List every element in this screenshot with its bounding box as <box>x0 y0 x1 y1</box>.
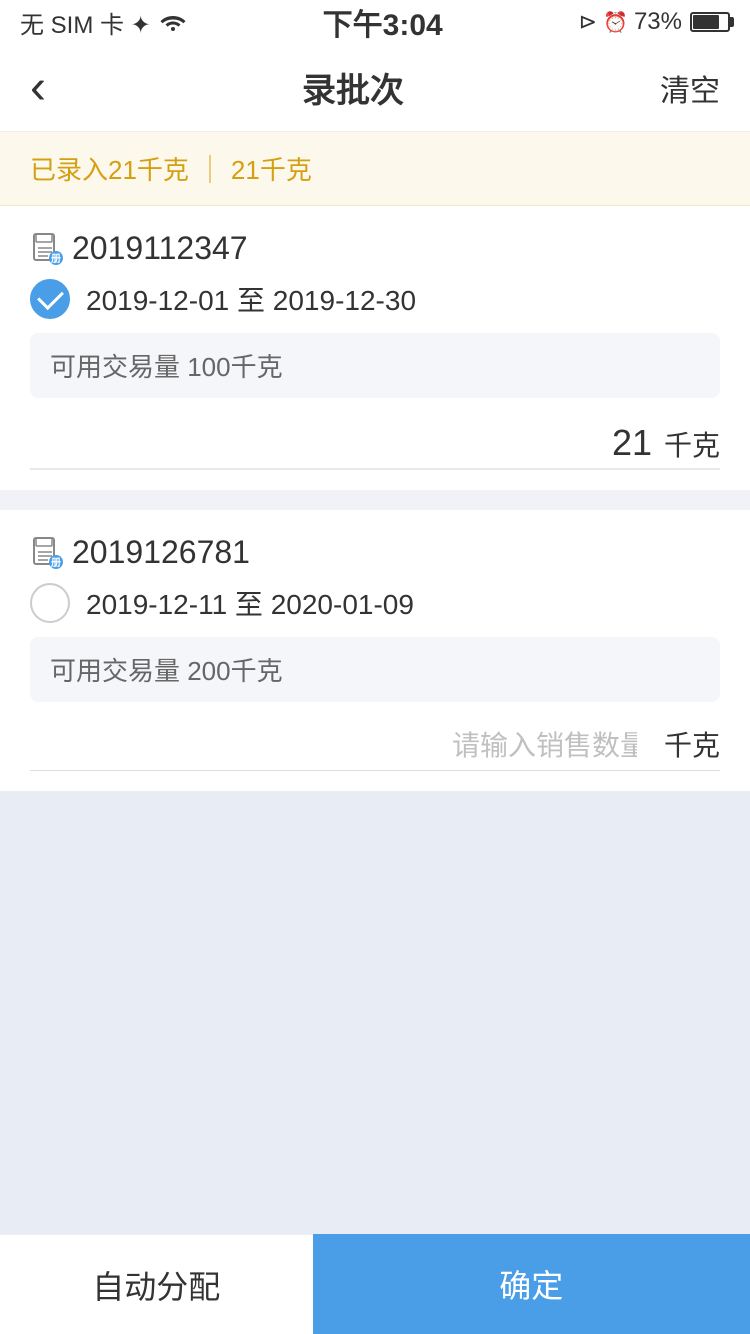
info-divider <box>209 155 211 183</box>
radio-2[interactable] <box>30 583 70 623</box>
batch-id-1: 2019112347 <box>72 230 248 267</box>
battery-icon <box>690 12 730 32</box>
status-time: 下午3:04 <box>323 0 443 44</box>
batch-id-2: 2019126781 <box>72 534 250 571</box>
svg-text:册: 册 <box>51 557 61 569</box>
batch-date-row-1[interactable]: 2019-12-01 至 2019-12-30 <box>30 279 720 319</box>
content-area: 册 2019112347 2019-12-01 至 2019-12-30 可用交… <box>0 206 750 1334</box>
batch-item-2: 册 2019126781 2019-12-11 至 2020-01-09 可用交… <box>0 510 750 791</box>
batch-input-row-2: 千克 <box>30 716 720 766</box>
quantity-input-2[interactable] <box>452 730 652 762</box>
sim-label: 无 SIM 卡 ✦ <box>20 5 151 40</box>
alarm-icon: ⏰ <box>603 10 628 35</box>
input-underline-2 <box>30 770 720 771</box>
wifi-icon <box>159 12 187 32</box>
location-icon: ⊳ <box>579 9 597 35</box>
batch-amount-value-1: 21 <box>612 422 652 464</box>
confirm-button[interactable]: 确定 <box>313 1234 750 1334</box>
bottom-bar: 自动分配 确定 <box>0 1234 750 1334</box>
nav-bar: ‹ 录批次 清空 <box>0 44 750 132</box>
batch-date-1: 2019-12-01 至 2019-12-30 <box>86 279 416 319</box>
batch-id-row-2: 册 2019126781 <box>30 534 720 571</box>
status-right: ⊳ ⏰ 73% <box>579 8 730 36</box>
clear-button[interactable]: 清空 <box>660 66 720 110</box>
batch-divider-1 <box>30 468 720 470</box>
batch-amount-unit-1: 千克 <box>664 424 720 464</box>
batch-item-1: 册 2019112347 2019-12-01 至 2019-12-30 可用交… <box>0 206 750 490</box>
batch-date-2: 2019-12-11 至 2020-01-09 <box>86 583 414 623</box>
recorded-qty-label: 已录入21千克 <box>30 150 189 187</box>
status-left: 无 SIM 卡 ✦ <box>20 5 187 40</box>
gap-1 <box>0 490 750 510</box>
batch-date-row-2[interactable]: 2019-12-11 至 2020-01-09 <box>30 583 720 623</box>
auto-distribute-button[interactable]: 自动分配 <box>0 1234 313 1334</box>
batch-input-unit-2: 千克 <box>664 724 720 764</box>
doc-icon-1: 册 <box>30 232 64 266</box>
batch-qty-2: 可用交易量 200千克 <box>30 637 720 702</box>
batch-amount-row-1: 21 千克 <box>30 412 720 464</box>
batch-qty-1: 可用交易量 100千克 <box>30 333 720 398</box>
recorded-qty-value: 21千克 <box>231 150 312 187</box>
page-title: 录批次 <box>302 63 404 112</box>
doc-icon-2: 册 <box>30 536 64 570</box>
radio-1[interactable] <box>30 279 70 319</box>
batch-id-row-1: 册 2019112347 <box>30 230 720 267</box>
svg-text:册: 册 <box>51 253 61 265</box>
battery-percent: 73% <box>634 8 682 36</box>
status-bar: 无 SIM 卡 ✦ 下午3:04 ⊳ ⏰ 73% <box>0 0 750 44</box>
back-button[interactable]: ‹ <box>30 60 46 115</box>
info-banner: 已录入21千克 21千克 <box>0 132 750 206</box>
